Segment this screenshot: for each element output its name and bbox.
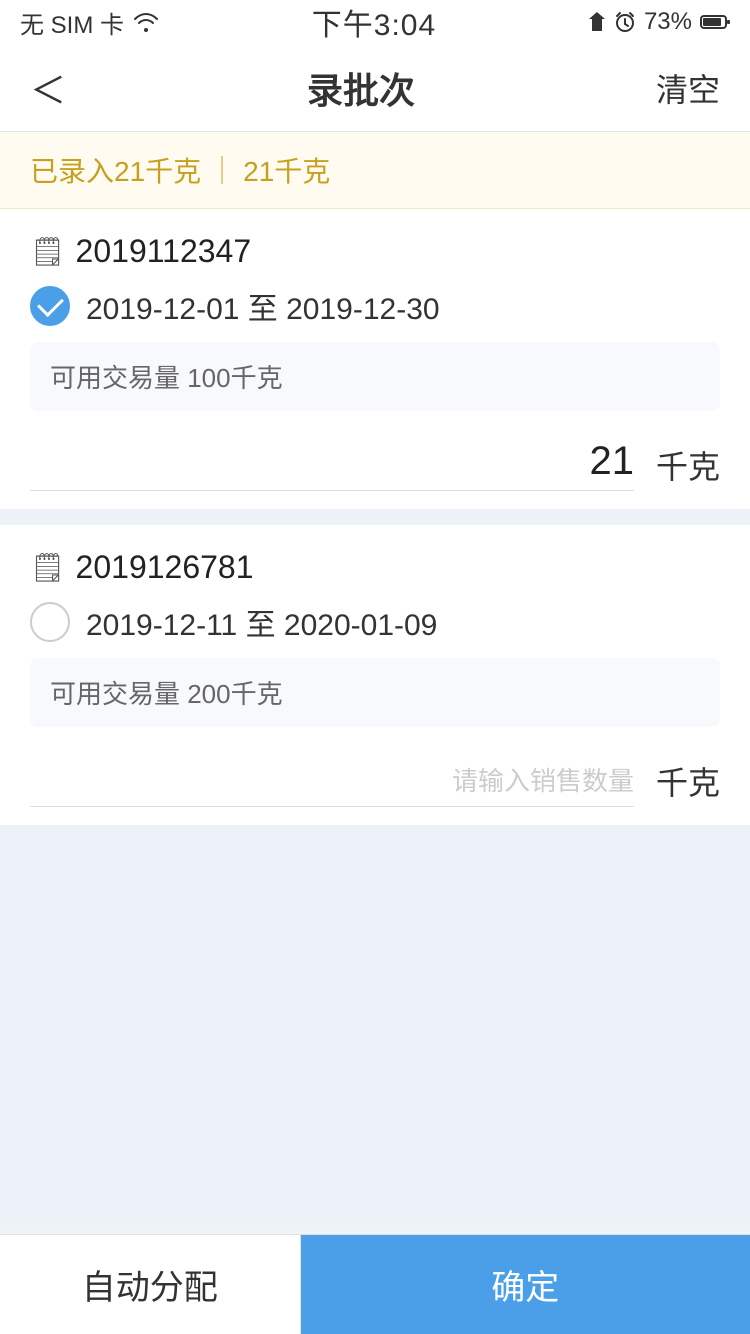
batch-2-avail-text: 可用交易量 200千克 [50,679,283,709]
auto-distribute-button[interactable]: 自动分配 [0,1235,301,1334]
status-bar-time: 下午3:04 [312,0,436,44]
page-title: 录批次 [307,62,415,114]
batch-2-radio[interactable] [30,602,70,642]
battery-icon [700,13,730,31]
batch-1-avail-text: 可用交易量 100千克 [50,363,283,393]
summary-divider [221,156,223,184]
status-bar: 无 SIM 卡 下午3:04 73% [0,0,750,44]
status-bar-right: 73% [588,8,730,36]
battery-percent: 73% [644,8,692,36]
batch-2-id: 2019126781 [76,549,254,586]
summary-label: 已录入21千克 [30,150,201,190]
alarm-icon [614,11,636,33]
location-icon [588,11,606,33]
summary-value: 21千克 [243,150,330,190]
clear-button[interactable]: 清空 [656,65,720,111]
batch-2-unit: 千克 [656,758,720,804]
confirm-button[interactable]: 确定 [301,1235,750,1334]
batch-1-quantity-row: 千克 [0,425,750,509]
batch-1-id: 2019112347 [76,233,252,270]
batch-2-input-wrapper [30,755,634,807]
content-area: 🗒 2019112347 2019-12-01 至 2019-12-30 可用交… [0,209,750,1325]
no-sim-label: 无 SIM 卡 [20,5,124,40]
batch-1-header: 🗒 2019112347 [0,209,750,280]
batch-1-date-row: 2019-12-01 至 2019-12-30 [0,280,750,338]
wifi-icon [132,12,160,32]
back-button[interactable]: ＜ [30,62,66,114]
nav-bar: ＜ 录批次 清空 [0,44,750,132]
batch-2-header: 🗒 2019126781 [0,525,750,596]
batch-icon-1: 🗒 [30,235,66,268]
batch-1-quantity-input[interactable] [434,439,634,484]
batch-2-date: 2019-12-11 至 2020-01-09 [86,600,437,644]
batch-1-unit: 千克 [656,442,720,488]
status-bar-left: 无 SIM 卡 [20,5,160,40]
batch-2-avail: 可用交易量 200千克 [30,658,720,727]
batch-1-radio[interactable] [30,286,70,326]
batch-1-date: 2019-12-01 至 2019-12-30 [86,284,440,328]
batch-item-2: 🗒 2019126781 2019-12-11 至 2020-01-09 可用交… [0,525,750,825]
batch-2-quantity-input[interactable] [434,755,634,800]
bottom-action-bar: 自动分配 确定 [0,1234,750,1334]
batch-2-quantity-row: 千克 [0,741,750,825]
bottom-space [0,825,750,1225]
batch-2-date-row: 2019-12-11 至 2020-01-09 [0,596,750,654]
batch-1-avail: 可用交易量 100千克 [30,342,720,411]
batch-item-1: 🗒 2019112347 2019-12-01 至 2019-12-30 可用交… [0,209,750,509]
separator-1 [0,509,750,525]
summary-bar: 已录入21千克 21千克 [0,132,750,209]
batch-icon-2: 🗒 [30,551,66,584]
batch-1-input-wrapper [30,439,634,491]
